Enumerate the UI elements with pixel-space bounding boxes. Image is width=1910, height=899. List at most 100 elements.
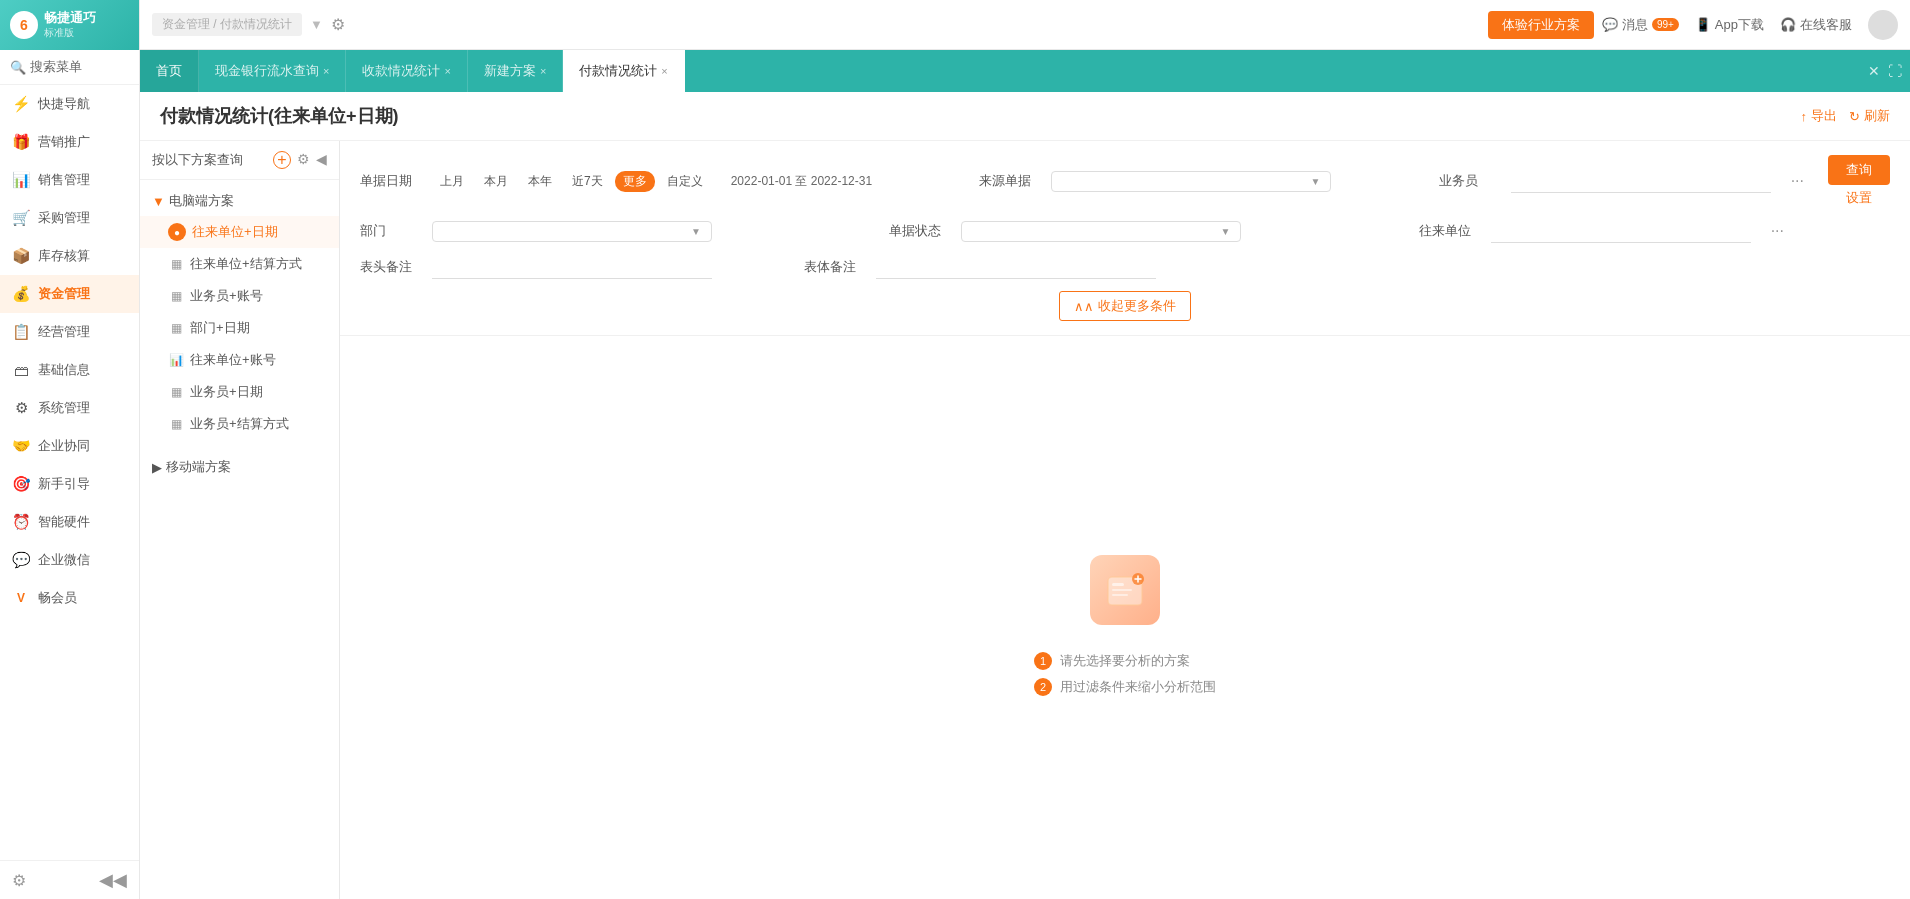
sidebar-item-basic-info[interactable]: 🗃 基础信息	[0, 351, 139, 389]
tabs-controls: ✕ ⛶	[1860, 50, 1910, 92]
scheme-staff-settle[interactable]: ▦ 业务员+结算方式	[140, 408, 339, 440]
footer-collapse-btn[interactable]: ◀◀	[99, 869, 127, 891]
bill-status-select[interactable]: ▼	[961, 221, 1241, 242]
left-panel-header: 按以下方案查询 + ⚙ ◀	[140, 141, 339, 180]
desktop-section-header[interactable]: ▼ 电脑端方案	[140, 186, 339, 216]
refresh-btn[interactable]: ↻ 刷新	[1849, 107, 1890, 125]
app-info: 畅捷通巧 标准版	[44, 10, 96, 40]
settings-link[interactable]: 设置	[1828, 189, 1890, 207]
scheme-partner-account[interactable]: 📊 往来单位+账号	[140, 344, 339, 376]
scheme-icon: ▦	[168, 256, 184, 272]
left-panel-icons: + ⚙ ◀	[273, 151, 327, 169]
tab-receipt-stats-label: 收款情况统计	[362, 62, 440, 80]
sidebar-item-label: 销售管理	[38, 171, 90, 189]
date-opt-7days[interactable]: 近7天	[564, 170, 611, 193]
sidebar-item-guide[interactable]: 🎯 新手引导	[0, 465, 139, 503]
tab-receipt-stats-close[interactable]: ×	[444, 65, 450, 77]
mobile-section-header[interactable]: ▶ 移动端方案	[140, 452, 339, 482]
wechat-icon: 💬	[12, 551, 30, 569]
dept-select[interactable]: ▼	[432, 221, 712, 242]
footer-settings-icon[interactable]: ⚙	[12, 871, 26, 890]
sidebar-item-sales[interactable]: 📊 销售管理	[0, 161, 139, 199]
operations-icon: 📋	[12, 323, 30, 341]
sidebar-item-operations[interactable]: 📋 经营管理	[0, 313, 139, 351]
tab-payment-stats-close[interactable]: ×	[661, 65, 667, 77]
scheme-partner-date[interactable]: ● 往来单位+日期	[140, 216, 339, 248]
topbar-breadcrumb: 资金管理 / 付款情况统计	[152, 13, 302, 36]
query-btn[interactable]: 查询	[1828, 155, 1890, 185]
date-opt-custom[interactable]: 自定义	[659, 170, 711, 193]
scheme-active-icon: ●	[168, 223, 186, 241]
message-btn[interactable]: 💬 消息 99+	[1602, 16, 1679, 34]
sidebar-item-label: 快捷导航	[38, 95, 90, 113]
staff-dots[interactable]: ···	[1791, 172, 1804, 190]
close-all-tabs-btn[interactable]: ✕	[1868, 63, 1880, 79]
staff-label: 业务员	[1439, 172, 1495, 190]
tab-payment-stats[interactable]: 付款情况统计 ×	[563, 50, 684, 92]
sidebar-item-enterprise[interactable]: 🤝 企业协同	[0, 427, 139, 465]
partner-dots[interactable]: ···	[1771, 222, 1784, 240]
table-head-note-input[interactable]	[432, 255, 712, 279]
scheme-icon: ▦	[168, 384, 184, 400]
source-bill-label: 来源单据	[979, 172, 1035, 190]
app-download-btn[interactable]: 📱 App下载	[1695, 16, 1764, 34]
add-scheme-icon[interactable]: +	[273, 151, 291, 169]
scheme-settings-icon[interactable]: ⚙	[297, 151, 310, 169]
sidebar-item-purchase[interactable]: 🛒 采购管理	[0, 199, 139, 237]
dept-arrow: ▼	[691, 226, 701, 237]
content-area: 按以下方案查询 + ⚙ ◀ ▼ 电脑端方案 ● 往来单位+日期 ▦	[140, 141, 1910, 899]
tab-bank-flow[interactable]: 现金银行流水查询 ×	[199, 50, 346, 92]
empty-tip-2: 2 用过滤条件来缩小分析范围	[1034, 678, 1216, 696]
user-avatar[interactable]	[1868, 10, 1898, 40]
sidebar-item-marketing[interactable]: 🎁 营销推广	[0, 123, 139, 161]
search-menu[interactable]: 🔍 搜索菜单	[0, 50, 139, 85]
scheme-partner-settle[interactable]: ▦ 往来单位+结算方式	[140, 248, 339, 280]
scheme-label: 业务员+账号	[190, 287, 263, 305]
tab-new-scheme[interactable]: 新建方案 ×	[468, 50, 563, 92]
date-options: 上月 本月 本年 近7天 更多 自定义	[432, 170, 711, 193]
sidebar-nav: ⚡ 快捷导航 🎁 营销推广 📊 销售管理 🛒 采购管理 📦 库存核算 💰 资金管…	[0, 85, 139, 860]
sidebar-item-inventory[interactable]: 📦 库存核算	[0, 237, 139, 275]
enterprise-icon: 🤝	[12, 437, 30, 455]
finance-icon: 💰	[12, 285, 30, 303]
panel-collapse-icon[interactable]: ◀	[316, 151, 327, 169]
empty-icon-box	[1090, 555, 1160, 625]
tab-home[interactable]: 首页	[140, 50, 199, 92]
source-bill-select[interactable]: ▼	[1051, 171, 1331, 192]
svg-rect-3	[1112, 594, 1128, 596]
sidebar-item-system[interactable]: ⚙ 系统管理	[0, 389, 139, 427]
tabs-bar: 首页 现金银行流水查询 × 收款情况统计 × 新建方案 × 付款情况统计 × ✕…	[140, 50, 1910, 92]
table-body-note-input[interactable]	[876, 255, 1156, 279]
sidebar-item-quick-nav[interactable]: ⚡ 快捷导航	[0, 85, 139, 123]
scheme-staff-date[interactable]: ▦ 业务员+日期	[140, 376, 339, 408]
date-opt-this-year[interactable]: 本年	[520, 170, 560, 193]
topbar-settings-icon[interactable]: ⚙	[331, 15, 345, 34]
staff-input[interactable]	[1511, 169, 1771, 193]
tab-receipt-stats[interactable]: 收款情况统计 ×	[346, 50, 467, 92]
date-opt-more[interactable]: 更多	[615, 171, 655, 192]
collapse-more-btn[interactable]: ∧∧ 收起更多条件	[1059, 291, 1191, 321]
empty-state: 1 请先选择要分析的方案 2 用过滤条件来缩小分析范围	[340, 336, 1910, 899]
app-name: 畅捷通巧	[44, 10, 96, 26]
tab-new-scheme-close[interactable]: ×	[540, 65, 546, 77]
maximize-btn[interactable]: ⛶	[1888, 63, 1902, 79]
sidebar-item-wechat[interactable]: 💬 企业微信	[0, 541, 139, 579]
partner-input[interactable]	[1491, 219, 1751, 243]
sidebar-item-member[interactable]: V 畅会员	[0, 579, 139, 617]
export-btn[interactable]: ↑ 导出	[1801, 107, 1838, 125]
scheme-label: 往来单位+结算方式	[190, 255, 302, 273]
tab-bank-flow-close[interactable]: ×	[323, 65, 329, 77]
date-opt-last-month[interactable]: 上月	[432, 170, 472, 193]
sidebar-item-finance[interactable]: 💰 资金管理	[0, 275, 139, 313]
scheme-dept-date[interactable]: ▦ 部门+日期	[140, 312, 339, 344]
scheme-staff-account[interactable]: ▦ 业务员+账号	[140, 280, 339, 312]
scheme-label: 往来单位+账号	[190, 351, 276, 369]
online-service-btn[interactable]: 🎧 在线客服	[1780, 16, 1852, 34]
topbar-arrow: ▼	[310, 17, 323, 32]
member-icon: V	[12, 589, 30, 607]
date-opt-this-month[interactable]: 本月	[476, 170, 516, 193]
date-range-display: 2022-01-01 至 2022-12-31	[731, 173, 872, 190]
trial-btn[interactable]: 体验行业方案	[1488, 11, 1594, 39]
left-panel: 按以下方案查询 + ⚙ ◀ ▼ 电脑端方案 ● 往来单位+日期 ▦	[140, 141, 340, 899]
sidebar-item-hardware[interactable]: ⏰ 智能硬件	[0, 503, 139, 541]
